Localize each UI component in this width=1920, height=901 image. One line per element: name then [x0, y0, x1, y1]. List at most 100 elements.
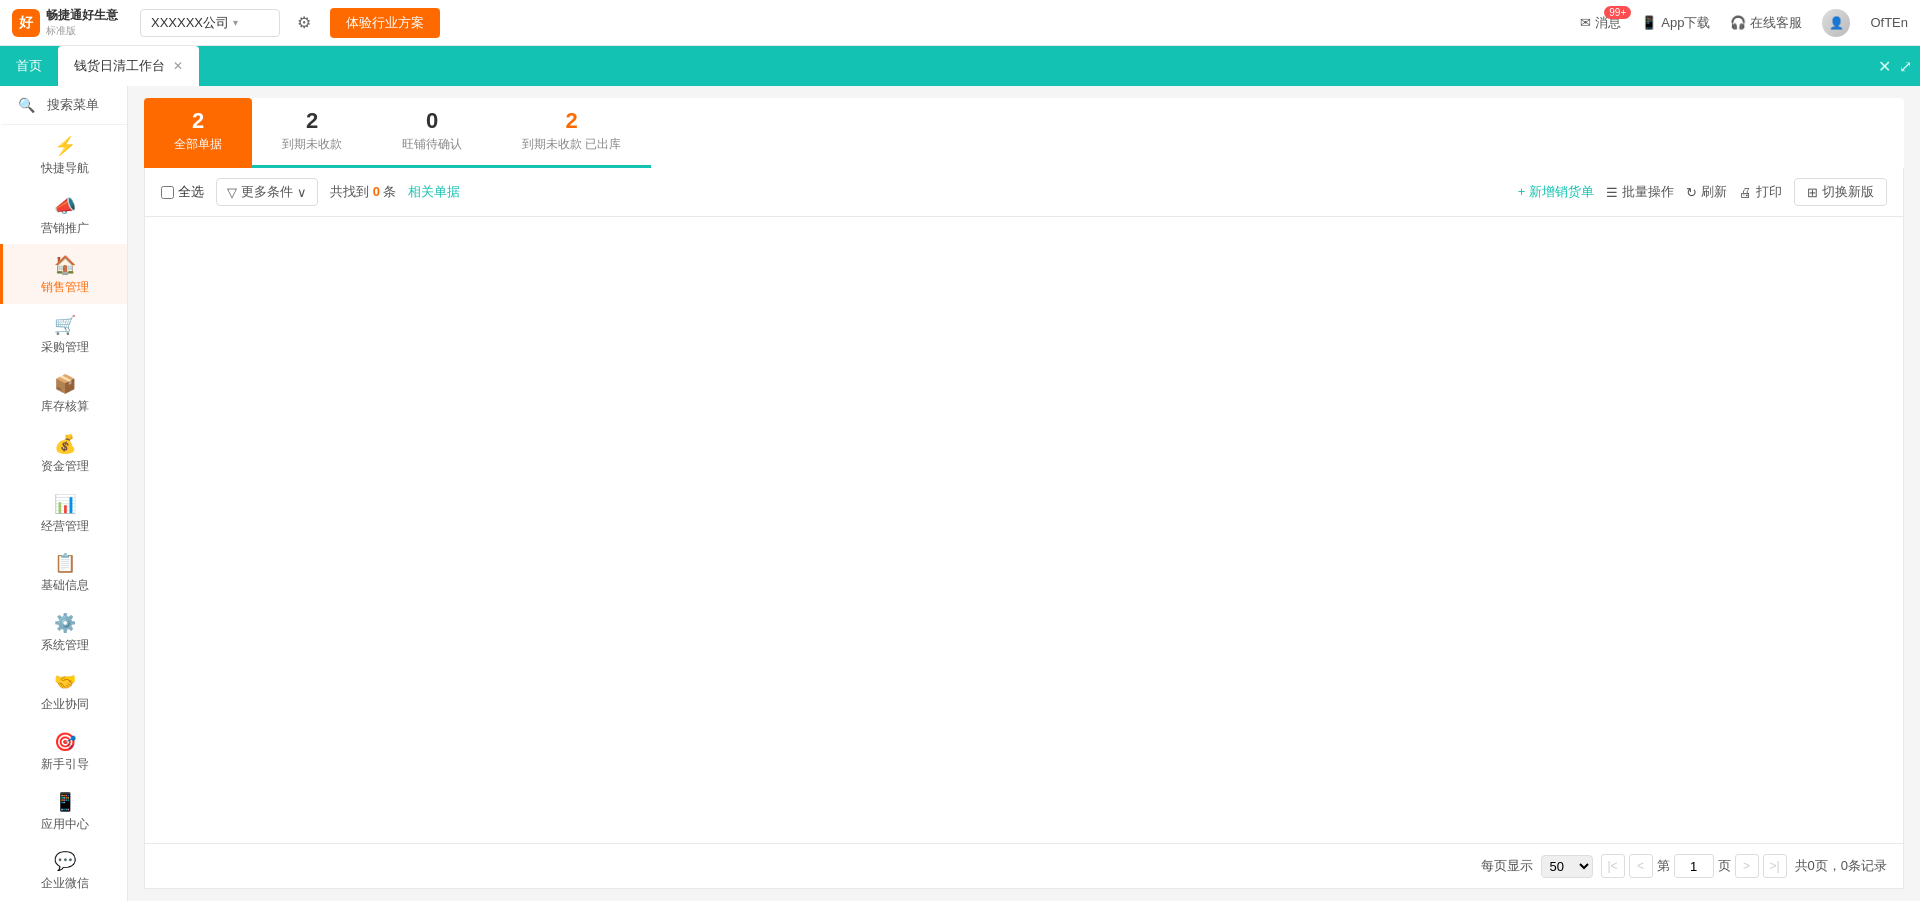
sidebar-item-apps[interactable]: 📱 应用中心	[0, 781, 127, 841]
tab-qhrc[interactable]: 钱货日清工作台 ✕	[58, 46, 199, 86]
page-label: 第	[1657, 857, 1670, 875]
sidebar-item-system[interactable]: ⚙️ 系统管理	[0, 602, 127, 662]
mobile-icon: 📱	[1641, 15, 1657, 30]
sidebar-item-manage[interactable]: 📊 经营管理	[0, 483, 127, 543]
sidebar-item-marketing[interactable]: 📣 营销推广	[0, 185, 127, 245]
toolbar-left: 全选 ▽ 更多条件 ∨ 共找到 0 条 相关单据	[161, 178, 1506, 206]
chart-icon: 📊	[54, 493, 76, 515]
content-area: 2 全部单据 2 到期未收款 0 旺铺待确认 2 到期未收款 已出库 全选	[128, 86, 1920, 901]
page-prev-button[interactable]: <	[1629, 854, 1653, 878]
sidebar-item-purchase[interactable]: 🛒 采购管理	[0, 304, 127, 364]
page-next-button[interactable]: >	[1735, 854, 1759, 878]
tab-home[interactable]: 首页	[0, 46, 58, 86]
avatar-placeholder: 👤	[1822, 9, 1850, 37]
app-download-button[interactable]: 📱 App下载	[1641, 14, 1710, 32]
target-icon: 🎯	[54, 731, 76, 753]
clipboard-icon: 📋	[54, 552, 76, 574]
found-text: 共找到 0 条	[330, 183, 396, 201]
sidebar-search-label: 搜索菜单	[47, 97, 99, 114]
megaphone-icon: 📣	[54, 195, 76, 217]
sidebar-purchase-label: 采购管理	[41, 340, 89, 356]
window-maximize-icon[interactable]: ⤢	[1899, 57, 1912, 76]
app-download-label: App下载	[1661, 14, 1710, 32]
page-number-input[interactable]	[1674, 854, 1714, 878]
page-size-select[interactable]: 20 50 100	[1541, 855, 1593, 878]
sidebar-item-search[interactable]: 🔍 搜索菜单	[0, 86, 127, 125]
company-name-label: XXXXXX公司	[151, 14, 229, 32]
main-layout: 🔍 搜索菜单 ⚡ 快捷导航 📣 营销推广 🏠 销售管理 🛒 采购管理 📦 库存核…	[0, 86, 1920, 901]
page-first-button[interactable]: |<	[1601, 854, 1625, 878]
stats-tabs-container: 2 全部单据 2 到期未收款 0 旺铺待确认 2 到期未收款 已出库	[144, 98, 1904, 168]
page-unit: 页	[1718, 857, 1731, 875]
sidebar-item-base[interactable]: 📋 基础信息	[0, 542, 127, 602]
filter-chevron-icon: ∨	[297, 185, 307, 200]
stat-tab-overdue[interactable]: 2 到期未收款	[252, 98, 372, 168]
sidebar-item-weixin[interactable]: 💬 企业微信	[0, 840, 127, 900]
sidebar-apps-label: 应用中心	[41, 817, 89, 833]
stat-wangpu-count: 0	[426, 110, 438, 132]
more-filter-button[interactable]: ▽ 更多条件 ∨	[216, 178, 318, 206]
select-all-input[interactable]	[161, 186, 174, 199]
print-button[interactable]: 🖨 打印	[1739, 183, 1782, 201]
online-service-label: 在线客服	[1750, 14, 1802, 32]
sidebar-finance-label: 资金管理	[41, 459, 89, 475]
pagination-bar: 每页显示 20 50 100 |< < 第 页 > >| 共0页，0条记录	[144, 843, 1904, 889]
stat-tab-all[interactable]: 2 全部单据	[144, 98, 252, 168]
sidebar-guide-label: 新手引导	[41, 757, 89, 773]
nav-expand-controls: ✕ ⤢	[1878, 46, 1912, 86]
switch-version-button[interactable]: ⊞ 切换新版	[1794, 178, 1887, 206]
message-button[interactable]: ✉ 消息 99+	[1580, 14, 1621, 32]
related-records-link[interactable]: 相关单据	[408, 183, 460, 201]
stat-overdue-count: 2	[306, 110, 318, 132]
filter-label: 更多条件	[241, 183, 293, 201]
sidebar-item-quicknav[interactable]: ⚡ 快捷导航	[0, 125, 127, 185]
stat-shipped-label: 到期未收款 已出库	[522, 136, 621, 153]
search-icon: 🔍	[15, 94, 37, 116]
sidebar-quicknav-label: 快捷导航	[41, 161, 89, 177]
page-navigation: |< < 第 页 > >|	[1601, 854, 1787, 878]
message-badge: 99+	[1604, 6, 1631, 19]
company-selector[interactable]: XXXXXX公司 ▾	[140, 9, 280, 37]
qhrc-tab-label: 钱货日清工作台	[74, 57, 165, 75]
sidebar-item-finance[interactable]: 💰 资金管理	[0, 423, 127, 483]
sidebar-weixin-label: 企业微信	[41, 876, 89, 892]
user-name-label[interactable]: OfTEn	[1870, 15, 1908, 30]
select-all-label: 全选	[178, 183, 204, 201]
sidebar-item-sales[interactable]: 🏠 销售管理	[0, 244, 127, 304]
select-all-checkbox[interactable]: 全选	[161, 183, 204, 201]
sidebar-coop-label: 企业协同	[41, 697, 89, 713]
page-size-label: 每页显示	[1481, 857, 1533, 875]
list-toolbar: 全选 ▽ 更多条件 ∨ 共找到 0 条 相关单据 + 新增销货单 ☰ 批	[144, 168, 1904, 217]
stat-tab-shipped[interactable]: 2 到期未收款 已出库	[492, 98, 651, 168]
headset-icon: 🎧	[1730, 15, 1746, 30]
filter-icon: ▽	[227, 185, 237, 200]
header-right-section: ✉ 消息 99+ 📱 App下载 🎧 在线客服 👤 OfTEn	[1580, 9, 1908, 37]
handshake-icon: 🤝	[54, 671, 76, 693]
toolbar-right: + 新增销货单 ☰ 批量操作 ↻ 刷新 🖨 打印 ⊞ 切换新版	[1518, 178, 1887, 206]
online-service-button[interactable]: 🎧 在线客服	[1730, 14, 1802, 32]
lightning-icon: ⚡	[54, 135, 76, 157]
sidebar-item-guide[interactable]: 🎯 新手引导	[0, 721, 127, 781]
sidebar-item-inventory[interactable]: 📦 库存核算	[0, 363, 127, 423]
box-icon: 📦	[54, 373, 76, 395]
user-avatar[interactable]: 👤	[1822, 9, 1850, 37]
refresh-button[interactable]: ↻ 刷新	[1686, 183, 1727, 201]
stat-all-label: 全部单据	[174, 136, 222, 153]
message-icon: ✉	[1580, 15, 1591, 30]
sidebar-base-label: 基础信息	[41, 578, 89, 594]
sidebar: 🔍 搜索菜单 ⚡ 快捷导航 📣 营销推广 🏠 销售管理 🛒 采购管理 📦 库存核…	[0, 86, 128, 901]
page-last-button[interactable]: >|	[1763, 854, 1787, 878]
stat-tab-wangpu[interactable]: 0 旺铺待确认	[372, 98, 492, 168]
sidebar-item-coop[interactable]: 🤝 企业协同	[0, 661, 127, 721]
settings-button[interactable]: ⚙	[290, 9, 318, 37]
cart-icon: 🛒	[54, 314, 76, 336]
stat-overdue-label: 到期未收款	[282, 136, 342, 153]
trial-button[interactable]: 体验行业方案	[330, 8, 440, 38]
window-close-icon[interactable]: ✕	[1878, 57, 1891, 76]
batch-operation-button[interactable]: ☰ 批量操作	[1606, 183, 1674, 201]
logo-text: 畅捷通好生意 标准版	[46, 8, 118, 37]
tab-close-icon[interactable]: ✕	[173, 59, 183, 73]
print-icon: 🖨	[1739, 185, 1752, 200]
data-table	[144, 217, 1904, 843]
add-sales-order-button[interactable]: + 新增销货单	[1518, 183, 1594, 201]
